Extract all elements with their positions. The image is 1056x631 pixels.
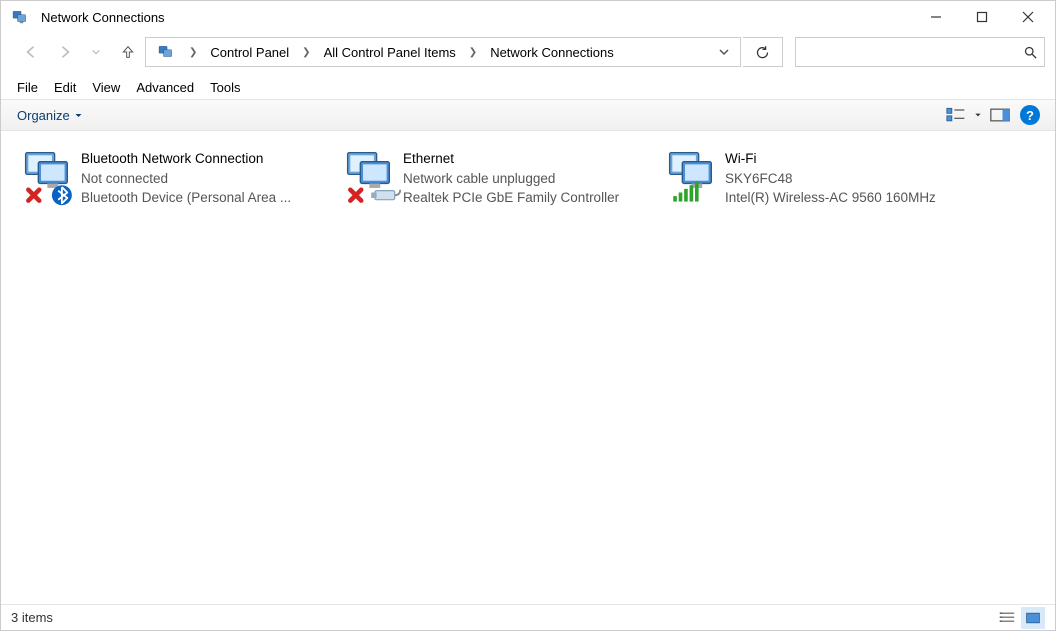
back-button[interactable] [17,37,47,67]
title-bar: Network Connections [1,1,1055,33]
large-icons-view-button[interactable] [1021,607,1045,629]
recent-dropdown[interactable] [81,37,111,67]
connection-status: Network cable unplugged [403,169,659,189]
address-bar[interactable]: ❯ Control Panel ❯ All Control Panel Item… [145,37,741,67]
connection-name: Wi-Fi [725,149,981,169]
chevron-down-icon [74,111,83,120]
app-icon [11,7,31,27]
chevron-right-icon[interactable]: ❯ [464,47,482,58]
details-view-button[interactable] [995,607,1019,629]
up-button[interactable] [113,37,143,67]
menu-tools[interactable]: Tools [202,77,248,98]
organize-label: Organize [17,108,70,123]
address-dropdown[interactable] [710,46,738,58]
connection-name: Bluetooth Network Connection [81,149,337,169]
chevron-right-icon[interactable]: ❯ [297,47,315,58]
breadcrumb-all-control-panel[interactable]: All Control Panel Items [318,38,462,66]
minimize-button[interactable] [913,2,959,32]
menu-edit[interactable]: Edit [46,77,84,98]
preview-pane-button[interactable] [985,102,1015,128]
breadcrumb-control-panel[interactable]: Control Panel [204,38,295,66]
help-button[interactable]: ? [1015,102,1045,128]
bluetooth-network-icon [21,149,81,211]
menu-file[interactable]: File [9,77,46,98]
connection-device: Realtek PCIe GbE Family Controller [403,188,659,208]
status-bar: 3 items [1,604,1055,630]
breadcrumb-root-icon[interactable] [152,38,182,66]
search-icon[interactable] [1016,45,1044,60]
menu-view[interactable]: View [84,77,128,98]
ethernet-network-icon [343,149,403,211]
view-options-button[interactable] [941,102,971,128]
refresh-button[interactable] [743,37,783,67]
content-area[interactable]: Bluetooth Network Connection Not connect… [1,131,1055,604]
menu-advanced[interactable]: Advanced [128,77,202,98]
chevron-right-icon[interactable]: ❯ [184,47,202,58]
nav-row: ❯ Control Panel ❯ All Control Panel Item… [1,33,1055,75]
breadcrumb-network-connections[interactable]: Network Connections [484,38,620,66]
maximize-button[interactable] [959,2,1005,32]
status-item-count: 3 items [11,610,53,625]
close-button[interactable] [1005,2,1051,32]
connection-bluetooth[interactable]: Bluetooth Network Connection Not connect… [19,145,339,215]
wifi-network-icon [665,149,725,211]
window-title: Network Connections [37,10,913,25]
connection-status: SKY6FC48 [725,169,981,189]
connection-device: Bluetooth Device (Personal Area ... [81,188,337,208]
menu-bar: File Edit View Advanced Tools [1,75,1055,99]
connection-name: Ethernet [403,149,659,169]
connection-wifi[interactable]: Wi-Fi SKY6FC48 Intel(R) Wireless-AC 9560… [663,145,983,215]
search-box[interactable] [795,37,1045,67]
help-icon: ? [1020,105,1040,125]
connection-status: Not connected [81,169,337,189]
view-options-dropdown[interactable] [971,102,985,128]
organize-dropdown[interactable]: Organize [11,105,89,126]
search-input[interactable] [796,45,1016,60]
forward-button[interactable] [49,37,79,67]
connection-ethernet[interactable]: Ethernet Network cable unplugged Realtek… [341,145,661,215]
window-controls [913,2,1051,32]
connection-device: Intel(R) Wireless-AC 9560 160MHz [725,188,981,208]
command-bar: Organize ? [1,99,1055,131]
